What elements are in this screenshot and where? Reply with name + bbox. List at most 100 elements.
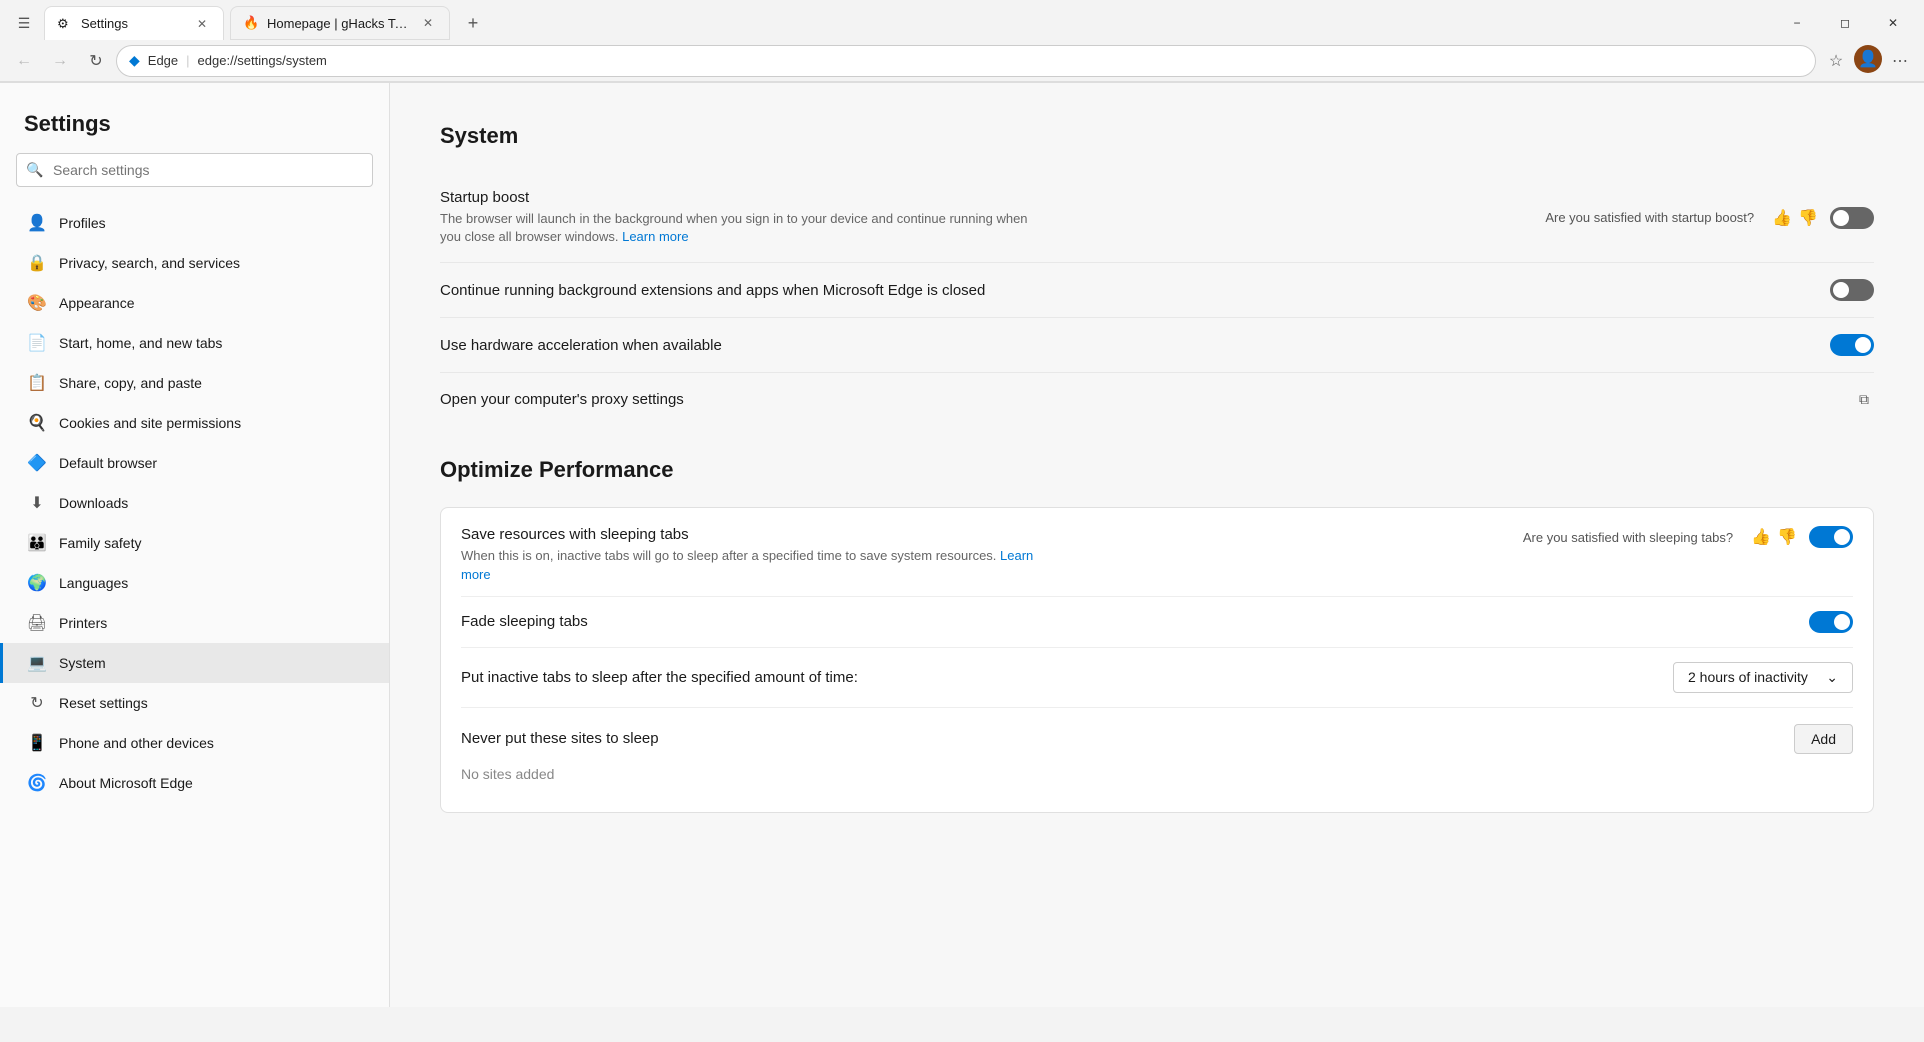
never-sleep-sites-setting: Never put these sites to sleep Add No si… [461,707,1853,812]
proxy-settings-setting: Open your computer's proxy settings ⧉ [440,373,1874,425]
sleep-after-label: Put inactive tabs to sleep after the spe… [461,669,858,686]
startup-boost-toggle[interactable] [1830,207,1874,229]
fade-sleeping-tabs-toggle-slider [1809,611,1853,633]
fade-sleeping-tabs-setting: Fade sleeping tabs [461,596,1853,647]
add-site-button[interactable]: Add [1794,724,1853,754]
back-button[interactable]: ← [8,45,40,77]
restore-button[interactable]: ◻ [1822,8,1868,38]
close-button[interactable]: ✕ [1870,8,1916,38]
startup-boost-desc: The browser will launch in the backgroun… [440,210,1040,246]
sleeping-thumbs-down-icon[interactable]: 👎 [1777,527,1797,547]
sidebar-item-label: Profiles [59,215,106,231]
startup-boost-learn-more[interactable]: Learn more [622,229,688,244]
address-bar[interactable]: ◆ Edge | edge://settings/system [116,45,1816,77]
default-browser-icon: 🔷 [27,453,47,473]
sidebar-item-about[interactable]: 🌀 About Microsoft Edge [0,763,389,803]
search-icon: 🔍 [26,162,43,179]
sidebar-item-languages[interactable]: 🌍 Languages [0,563,389,603]
sidebar-item-downloads[interactable]: ⬇ Downloads [0,483,389,523]
sidebar-nav: 👤 Profiles 🔒 Privacy, search, and servic… [0,203,389,803]
sidebar-title: Settings [0,103,389,153]
downloads-icon: ⬇ [27,493,47,513]
favorites-button[interactable]: ☆ [1820,45,1852,77]
sleeping-tabs-toggle-slider [1809,526,1853,548]
new-tab-button[interactable]: + [458,8,488,38]
tab-settings[interactable]: ⚙ Settings ✕ [44,6,224,40]
sidebar-item-label: Phone and other devices [59,735,214,751]
address-url: edge://settings/system [198,53,327,68]
homepage-tab-icon: 🔥 [243,15,259,31]
sidebar-item-default-browser[interactable]: 🔷 Default browser [0,443,389,483]
proxy-settings-label: Open your computer's proxy settings [440,391,1854,408]
thumbs-down-icon[interactable]: 👎 [1798,208,1818,228]
startup-boost-feedback-icons: 👍 👎 [1772,208,1818,228]
tab-homepage[interactable]: 🔥 Homepage | gHacks Technology ✕ [230,6,450,40]
sidebar-item-label: Cookies and site permissions [59,415,241,431]
sidebar-item-privacy[interactable]: 🔒 Privacy, search, and services [0,243,389,283]
title-bar: ☰ ⚙ Settings ✕ 🔥 Homepage | gHacks Techn… [0,0,1924,40]
startup-boost-feedback-text: Are you satisfied with startup boost? [1545,210,1754,225]
sleeping-tabs-feedback-icons: 👍 👎 [1751,527,1797,547]
settings-tab-label: Settings [81,16,185,31]
sidebar-item-label: Reset settings [59,695,148,711]
sidebar-item-start-home[interactable]: 📄 Start, home, and new tabs [0,323,389,363]
search-box: 🔍 [16,153,373,187]
sleep-after-setting: Put inactive tabs to sleep after the spe… [461,647,1853,707]
sidebar-item-share-copy[interactable]: 📋 Share, copy, and paste [0,363,389,403]
optimize-performance-title: Optimize Performance [440,457,1874,483]
perf-items: Fade sleeping tabs Put inactive tabs to … [441,596,1873,812]
background-extensions-setting: Continue running background extensions a… [440,263,1874,318]
sidebar-item-reset[interactable]: ↻ Reset settings [0,683,389,723]
system-section-title: System [440,123,1874,149]
more-button[interactable]: ⋯ [1884,45,1916,77]
sidebar-item-label: Start, home, and new tabs [59,335,222,351]
sidebar-item-cookies[interactable]: 🍳 Cookies and site permissions [0,403,389,443]
startup-boost-setting: Startup boost The browser will launch in… [440,173,1874,263]
sidebar-item-family-safety[interactable]: 👪 Family safety [0,523,389,563]
sleeping-tabs-toggle[interactable] [1809,526,1853,548]
background-extensions-toggle-slider [1830,279,1874,301]
sleeping-tabs-header: Save resources with sleeping tabs When t… [441,508,1873,595]
settings-tab-close[interactable]: ✕ [193,15,211,33]
refresh-button[interactable]: ↻ [80,45,112,77]
external-link-icon[interactable]: ⧉ [1854,389,1874,409]
thumbs-up-icon[interactable]: 👍 [1772,208,1792,228]
sidebar-item-phone[interactable]: 📱 Phone and other devices [0,723,389,763]
sleep-after-dropdown[interactable]: 2 hours of inactivity ⌄ [1673,662,1853,693]
toolbar: ← → ↻ ◆ Edge | edge://settings/system ☆ … [0,40,1924,82]
sidebar-item-system[interactable]: 💻 System [0,643,389,683]
toolbar-actions: ☆ 👤 ⋯ [1820,45,1916,77]
fade-sleeping-tabs-toggle[interactable] [1809,611,1853,633]
sidebar-item-appearance[interactable]: 🎨 Appearance [0,283,389,323]
homepage-tab-label: Homepage | gHacks Technology [267,16,411,31]
sidebar-item-label: Default browser [59,455,157,471]
startup-boost-toggle-slider [1830,207,1874,229]
sidebar-item-printers[interactable]: 🖨 Printers [0,603,389,643]
languages-icon: 🌍 [27,573,47,593]
profile-avatar[interactable]: 👤 [1854,45,1882,73]
homepage-tab-close[interactable]: ✕ [419,14,437,32]
sleep-after-dropdown-value: 2 hours of inactivity [1688,669,1808,685]
sidebar-item-label: Appearance [59,295,135,311]
forward-button[interactable]: → [44,45,76,77]
hardware-acceleration-setting: Use hardware acceleration when available [440,318,1874,373]
sidebar-item-label: Printers [59,615,107,631]
sleeping-tabs-title: Save resources with sleeping tabs [461,526,1523,543]
hardware-acceleration-right [1830,334,1874,356]
background-extensions-toggle[interactable] [1830,279,1874,301]
fade-sleeping-tabs-label: Fade sleeping tabs [461,613,588,630]
hardware-acceleration-toggle[interactable] [1830,334,1874,356]
cookies-icon: 🍳 [27,413,47,433]
address-separator: | [186,53,189,68]
startup-boost-label: Startup boost [440,189,1545,206]
share-copy-icon: 📋 [27,373,47,393]
sidebar-toggle-btn[interactable]: ☰ [8,7,40,39]
search-input[interactable] [16,153,373,187]
proxy-settings-right: ⧉ [1854,389,1874,409]
sleeping-thumbs-up-icon[interactable]: 👍 [1751,527,1771,547]
background-extensions-left: Continue running background extensions a… [440,282,1830,299]
minimize-button[interactable]: − [1774,8,1820,38]
sidebar-item-profiles[interactable]: 👤 Profiles [0,203,389,243]
profiles-icon: 👤 [27,213,47,233]
printers-icon: 🖨 [27,613,47,633]
